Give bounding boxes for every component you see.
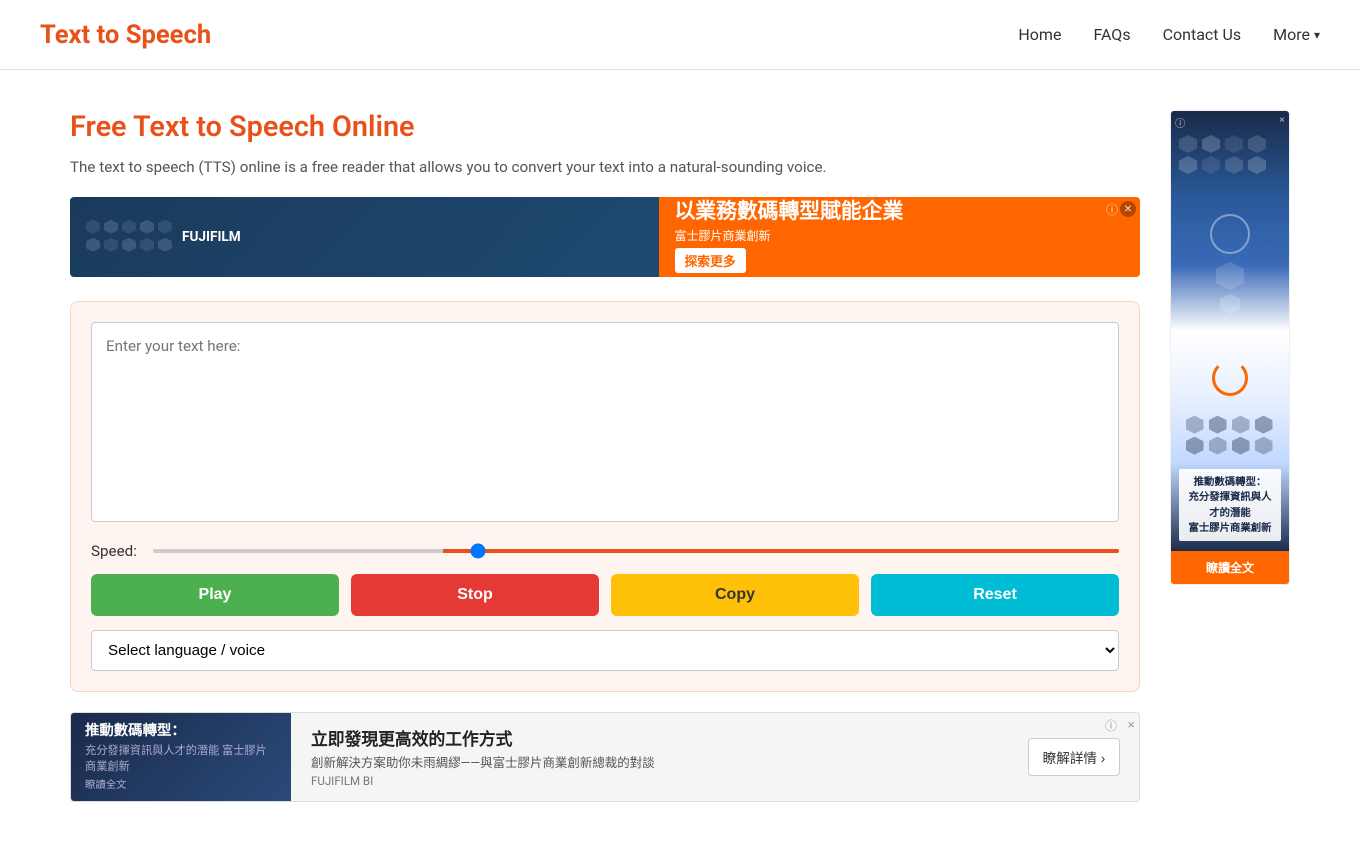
ad-right-text: 推動數碼轉型： 充分發揮資訊與人才的潛能 富士膠片商業創新 bbox=[1179, 469, 1281, 541]
ad-bottom-left: 推動數碼轉型： 充分發揮資訊與人才的潛能 富士膠片商業創新 瞭讀全文 bbox=[71, 713, 291, 801]
speed-row: Speed: bbox=[91, 542, 1119, 560]
ad-bottom-close-button[interactable]: × bbox=[1128, 717, 1135, 732]
ad-bottom-mid-sub: 創新解決方案助你未雨綢繆——與富士膠片商業創新總裁的對談 bbox=[311, 753, 989, 771]
ad-cta-button[interactable]: 探索更多 bbox=[675, 248, 746, 273]
ad-bottom-cta-button[interactable]: 瞭解詳情 › bbox=[1028, 738, 1121, 776]
hex-grid-bottom bbox=[1186, 416, 1275, 455]
nav-more-button[interactable]: More ▾ bbox=[1273, 25, 1320, 44]
button-row: Play Stop Copy Reset bbox=[91, 574, 1119, 616]
ad-banner-bottom: 推動數碼轉型： 充分發揮資訊與人才的潛能 富士膠片商業創新 瞭讀全文 立即發現更… bbox=[70, 712, 1140, 802]
ad-bottom-brand-small: 瞭讀全文 bbox=[85, 776, 277, 791]
ad-bottom-title: 推動數碼轉型： bbox=[85, 722, 277, 741]
ad-right-close-button[interactable]: × bbox=[1279, 115, 1285, 126]
ad-banner-top: FUJIFILM 以業務數碼轉型賦能企業 富士膠片商業創新 探索更多 ⓘ × bbox=[70, 197, 1140, 277]
ad-bottom-mid-title: 立即發現更高效的工作方式 bbox=[311, 726, 989, 750]
main-layout: Free Text to Speech Online The text to s… bbox=[30, 70, 1330, 822]
speed-slider[interactable] bbox=[153, 549, 1119, 553]
hex-grid-top bbox=[1179, 135, 1268, 174]
ad-bottom-subtitle: 充分發揮資訊與人才的潛能 富士膠片商業創新 bbox=[85, 743, 277, 774]
speed-label: Speed: bbox=[91, 542, 137, 560]
language-select[interactable]: Select language / voice English (US) Eng… bbox=[91, 630, 1119, 671]
ad-right-info-button[interactable]: ⓘ bbox=[1175, 115, 1185, 130]
reset-button[interactable]: Reset bbox=[871, 574, 1119, 616]
stop-button[interactable]: Stop bbox=[351, 574, 599, 616]
ad-subtitle: 富士膠片商業創新 bbox=[675, 227, 771, 244]
page-description: The text to speech (TTS) online is a fre… bbox=[70, 156, 1140, 179]
nav-home[interactable]: Home bbox=[1018, 25, 1061, 44]
ad-left-panel: FUJIFILM bbox=[70, 197, 659, 277]
chevron-down-icon: ▾ bbox=[1314, 28, 1320, 42]
nav-faqs[interactable]: FAQs bbox=[1093, 25, 1130, 44]
ad-bottom-mid-brand: FUJIFILM BI bbox=[311, 774, 989, 788]
ad-close-button[interactable]: × bbox=[1120, 201, 1136, 217]
play-button[interactable]: Play bbox=[91, 574, 339, 616]
ad-bottom-mid: 立即發現更高效的工作方式 創新解決方案助你未雨綢繆——與富士膠片商業創新總裁的對… bbox=[291, 713, 1009, 801]
nav-menu: Home FAQs Contact Us More ▾ bbox=[1018, 25, 1320, 44]
left-column: Free Text to Speech Online The text to s… bbox=[70, 110, 1140, 822]
ad-right-title-text: 推動數碼轉型： 充分發揮資訊與人才的潛能 富士膠片商業創新 bbox=[1184, 474, 1276, 536]
ad-decoration bbox=[86, 220, 174, 254]
ad-right-panel: 以業務數碼轉型賦能企業 富士膠片商業創新 探索更多 bbox=[659, 197, 1141, 277]
ad-bottom-info-button[interactable]: ⓘ bbox=[1105, 717, 1117, 734]
ad-bottom-right: 瞭解詳情 › bbox=[1009, 713, 1139, 801]
ad-info-button[interactable]: ⓘ bbox=[1106, 201, 1118, 218]
page-title: Free Text to Speech Online bbox=[70, 110, 1140, 144]
brand-logo[interactable]: Text to Speech bbox=[40, 20, 211, 50]
ad-brand-logo: FUJIFILM bbox=[182, 229, 241, 245]
ad-right-cta[interactable]: 瞭讀全文 bbox=[1171, 551, 1289, 584]
ad-right-image: 推動數碼轉型： 充分發揮資訊與人才的潛能 富士膠片商業創新 bbox=[1171, 111, 1289, 551]
nav-contact[interactable]: Contact Us bbox=[1163, 25, 1242, 44]
right-column: 推動數碼轉型： 充分發揮資訊與人才的潛能 富士膠片商業創新 瞭讀全文 ⓘ × bbox=[1170, 110, 1290, 822]
navbar: Text to Speech Home FAQs Contact Us More… bbox=[0, 0, 1360, 70]
tts-textarea[interactable] bbox=[91, 322, 1119, 522]
ad-right-decoration bbox=[1210, 214, 1250, 314]
ad-circle-icon bbox=[1212, 360, 1248, 396]
ad-tagline: 以業務數碼轉型賦能企業 bbox=[675, 200, 904, 225]
copy-button[interactable]: Copy bbox=[611, 574, 859, 616]
tts-box: Speed: Play Stop Copy Reset Select langu… bbox=[70, 301, 1140, 692]
ad-right: 推動數碼轉型： 充分發揮資訊與人才的潛能 富士膠片商業創新 瞭讀全文 ⓘ × bbox=[1170, 110, 1290, 585]
